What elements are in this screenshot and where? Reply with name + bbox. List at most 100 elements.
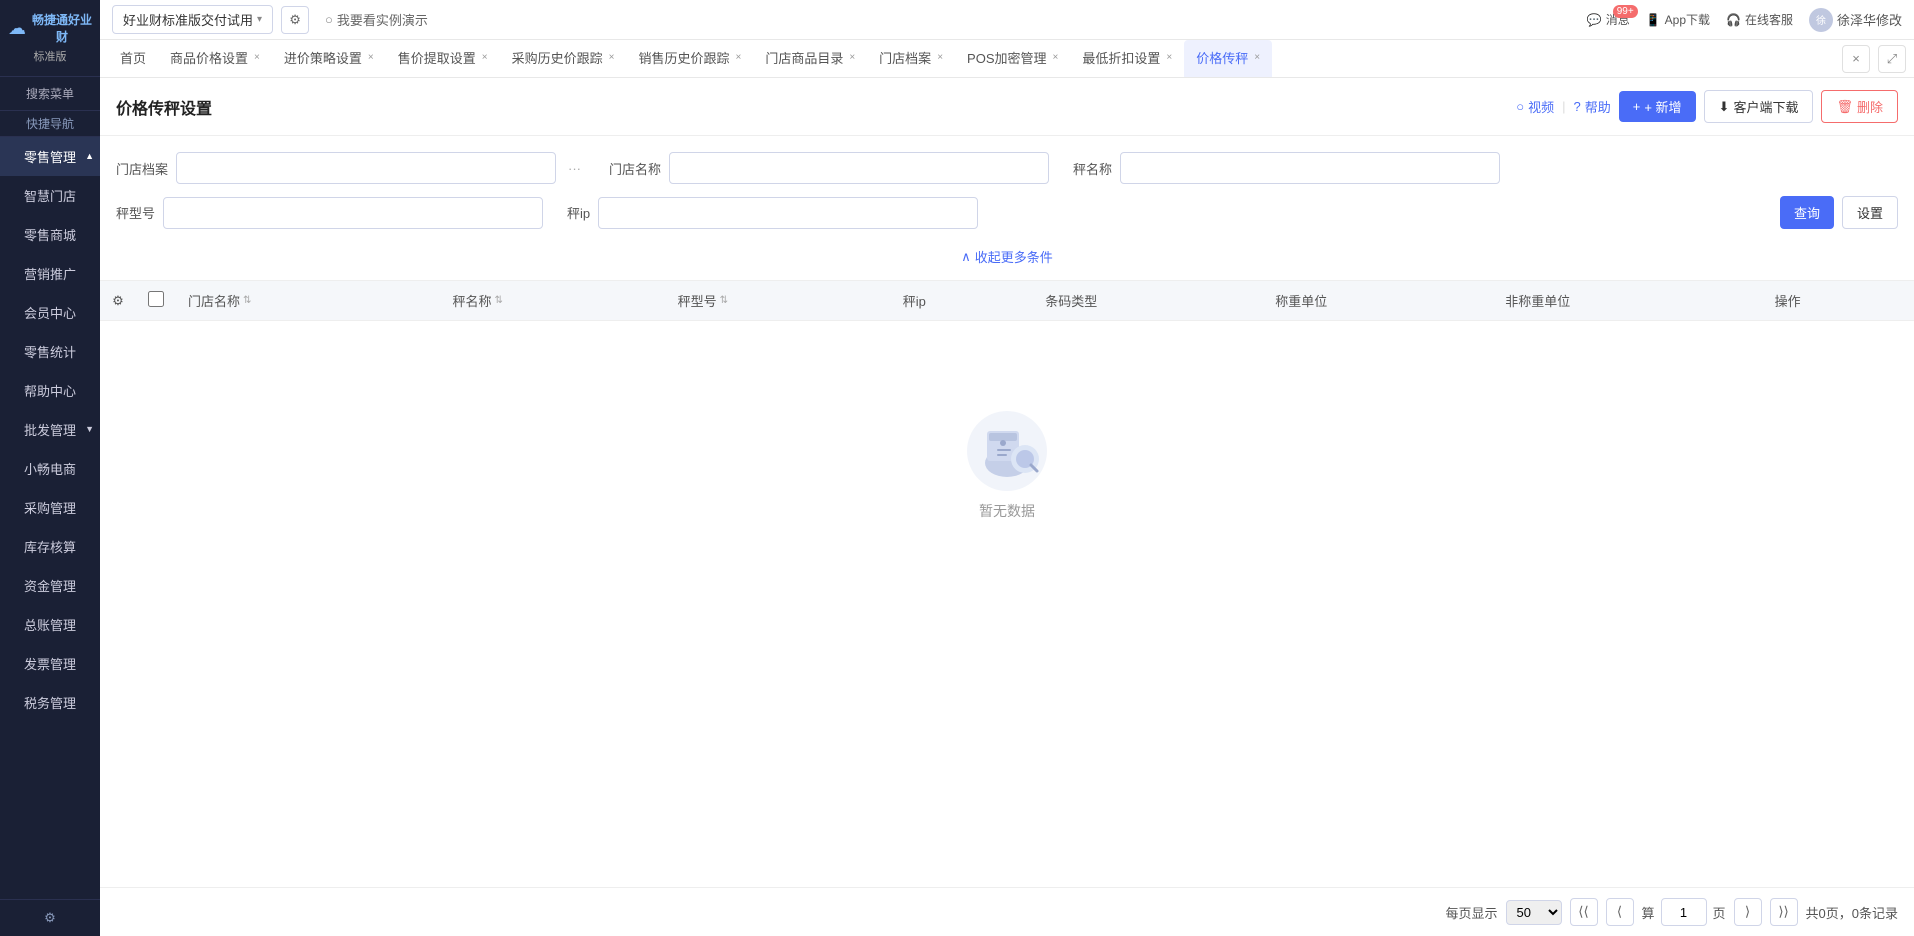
sidebar-item-retail-mall[interactable]: 零售商城 — [0, 215, 100, 254]
topbar: 好业财标准版交付试用 ▾ ⚙ ○ 我要看实例演示 💬 消息 99+ 📱 App下… — [100, 0, 1914, 40]
tab-home[interactable]: 首页 — [108, 40, 158, 77]
sidebar-quicknav[interactable]: 快捷导航 — [0, 111, 100, 137]
sidebar-item-inventory[interactable]: 库存核算 — [0, 527, 100, 566]
filter-scale-ip-input[interactable] — [598, 197, 978, 229]
tab-price-transfer[interactable]: 价格传秤 × — [1184, 40, 1272, 77]
table-header: ⚙ 门店名称 ⇅ 秤名称 — [100, 281, 1914, 321]
tab-min-discount[interactable]: 最低折扣设置 × — [1070, 40, 1184, 77]
tab-purchase-history[interactable]: 采购历史价跟踪 × — [500, 40, 627, 77]
filter-scale-name-input[interactable] — [1120, 152, 1500, 184]
tab-close-sale-history[interactable]: × — [735, 52, 741, 63]
prev-page-button[interactable]: ⟨ — [1606, 898, 1634, 926]
expand-tab-button[interactable]: ⤢ — [1878, 45, 1906, 73]
sidebar-item-retail[interactable]: 零售管理 — [0, 137, 100, 176]
sidebar-item-invoice[interactable]: 发票管理 — [0, 644, 100, 683]
topbar-gear-button[interactable]: ⚙ — [281, 6, 309, 34]
th-gear[interactable]: ⚙ — [100, 281, 136, 321]
sidebar-item-member[interactable]: 会员中心 — [0, 293, 100, 332]
tab-sale-history[interactable]: 销售历史价跟踪 × — [626, 40, 753, 77]
tab-close-store-catalog[interactable]: × — [849, 52, 855, 63]
download-button[interactable]: ⬇ 客户端下载 — [1704, 90, 1814, 123]
demo-link[interactable]: ○ 我要看实例演示 — [325, 10, 428, 29]
tab-sell-price[interactable]: 售价提取设置 × — [386, 40, 500, 77]
environment-select[interactable]: 好业财标准版交付试用 ▾ — [112, 5, 273, 34]
filter-scale-model-input[interactable] — [163, 197, 543, 229]
sort-icon-scale-model[interactable]: ⇅ — [720, 295, 728, 306]
tab-close-purchase-strategy[interactable]: × — [368, 52, 374, 63]
page-input[interactable] — [1661, 898, 1707, 926]
tab-store-profile[interactable]: 门店档案 × — [867, 40, 955, 77]
filter-store-profile-label: 门店档案 — [116, 159, 168, 178]
filter-store-profile-input[interactable] — [176, 152, 556, 184]
select-all-checkbox[interactable] — [148, 291, 164, 307]
per-page-select[interactable]: 50 20 100 — [1506, 900, 1562, 925]
sidebar-item-retail-stats[interactable]: 零售统计 — [0, 332, 100, 371]
last-page-button[interactable]: ⟩⟩ — [1770, 898, 1798, 926]
tab-close-purchase-history[interactable]: × — [609, 52, 615, 63]
messages-badge: 99+ — [1613, 5, 1638, 18]
topbar-right: 💬 消息 99+ 📱 App下载 🎧 在线客服 徐 徐泽华修改 — [1587, 8, 1902, 32]
sidebar-item-help[interactable]: 帮助中心 — [0, 371, 100, 410]
tab-close-min-discount[interactable]: × — [1166, 52, 1172, 63]
help-icon: ? — [1573, 99, 1580, 114]
sidebar-item-finance[interactable]: 资金管理 — [0, 566, 100, 605]
app-sub: 标准版 — [8, 48, 92, 64]
app-download-button[interactable]: 📱 App下载 — [1646, 11, 1710, 28]
user-menu[interactable]: 徐 徐泽华修改 — [1809, 8, 1902, 32]
tab-price-settings[interactable]: 商品价格设置 × — [158, 40, 272, 77]
tab-pos-management[interactable]: POS加密管理 × — [955, 40, 1070, 77]
page-info: 算 页 — [1642, 898, 1726, 926]
tab-close-price-settings[interactable]: × — [254, 52, 260, 63]
gear-icon: ⚙ — [289, 12, 301, 28]
sidebar-item-marketing[interactable]: 营销推广 — [0, 254, 100, 293]
th-scale-ip: 秤ip — [891, 281, 1034, 321]
th-non-weight-unit: 非称重单位 — [1493, 281, 1762, 321]
filter-store-name-input[interactable] — [669, 152, 1049, 184]
close-tab-button[interactable]: × — [1842, 45, 1870, 73]
tabs-controls: × ⤢ — [1842, 45, 1906, 73]
next-page-button[interactable]: ⟩ — [1734, 898, 1762, 926]
tab-purchase-strategy[interactable]: 进价策略设置 × — [272, 40, 386, 77]
query-button[interactable]: 查询 — [1780, 196, 1834, 229]
sidebar-item-wholesale[interactable]: 批发管理 — [0, 410, 100, 449]
filter-store-profile-dots[interactable]: ··· — [564, 161, 585, 176]
collapse-button[interactable]: ∧ 收起更多条件 — [116, 241, 1898, 272]
demo-label: 我要看实例演示 — [337, 10, 428, 29]
sidebar-item-general-ledger[interactable]: 总账管理 — [0, 605, 100, 644]
app-logo: ☁ 畅捷通好业财 标准版 — [0, 0, 100, 77]
online-service-button[interactable]: 🎧 在线客服 — [1726, 11, 1793, 28]
sidebar-item-smart-store[interactable]: 智慧门店 — [0, 176, 100, 215]
tab-close-pos-management[interactable]: × — [1053, 52, 1059, 63]
th-barcode-type: 条码类型 — [1033, 281, 1263, 321]
sidebar-item-ecommerce[interactable]: 小畅电商 — [0, 449, 100, 488]
sort-icon-scale-name[interactable]: ⇅ — [494, 295, 502, 306]
video-link[interactable]: ○ 视频 — [1516, 97, 1554, 116]
sidebar-settings[interactable]: ⚙ — [0, 899, 100, 936]
page-title: 价格传秤设置 — [116, 95, 212, 119]
tab-close-store-profile[interactable]: × — [937, 52, 943, 63]
video-icon: ○ — [1516, 99, 1524, 114]
page-content: 价格传秤设置 ○ 视频 | ? 帮助 + + 新增 — [100, 78, 1914, 936]
filter-area: 门店档案 ··· 门店名称 秤名称 — [100, 136, 1914, 281]
tab-store-catalog[interactable]: 门店商品目录 × — [753, 40, 867, 77]
tab-close-price-transfer[interactable]: × — [1254, 52, 1260, 63]
delete-button[interactable]: 🗑 删除 — [1821, 90, 1898, 123]
sidebar-item-tax[interactable]: 税务管理 — [0, 683, 100, 722]
th-checkbox[interactable] — [136, 281, 176, 321]
help-link[interactable]: ? 帮助 — [1573, 97, 1610, 116]
add-button[interactable]: + + 新增 — [1619, 91, 1696, 122]
settings-button[interactable]: 设置 — [1842, 196, 1898, 229]
app-download-label: App下载 — [1665, 11, 1710, 28]
sidebar-search[interactable]: 搜索菜单 — [0, 77, 100, 111]
data-table: ⚙ 门店名称 ⇅ 秤名称 — [100, 281, 1914, 321]
page-header: 价格传秤设置 ○ 视频 | ? 帮助 + + 新增 — [100, 78, 1914, 136]
page-actions: ○ 视频 | ? 帮助 + + 新增 ⬇ — [1516, 90, 1898, 123]
tab-close-sell-price[interactable]: × — [482, 52, 488, 63]
first-page-button[interactable]: ⟨⟨ — [1570, 898, 1598, 926]
messages-button[interactable]: 💬 消息 99+ — [1587, 11, 1630, 28]
th-scale-model: 秤型号 ⇅ — [666, 281, 891, 321]
sidebar-item-purchase[interactable]: 采购管理 — [0, 488, 100, 527]
empty-state: 暂无数据 — [100, 321, 1914, 601]
sort-icon-store-name[interactable]: ⇅ — [243, 295, 251, 306]
filter-row-1: 门店档案 ··· 门店名称 秤名称 — [116, 152, 1898, 184]
